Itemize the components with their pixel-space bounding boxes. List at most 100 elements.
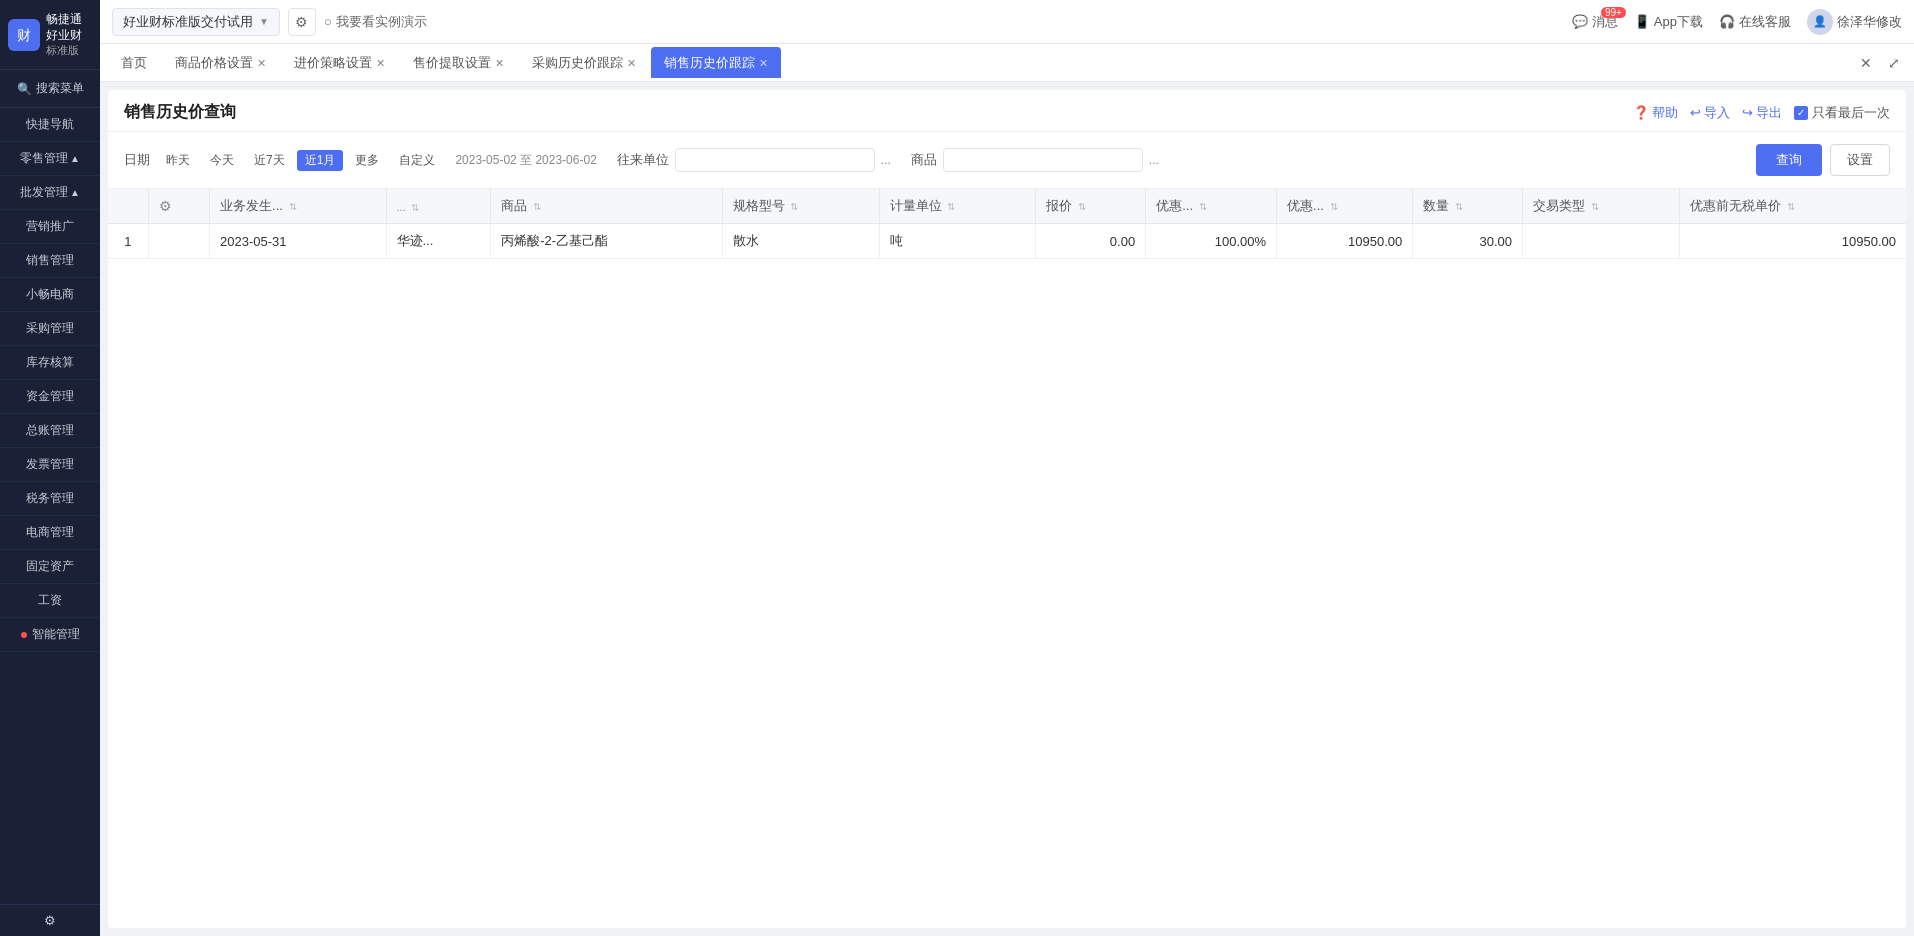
export-button[interactable]: ↪ 导出 — [1742, 104, 1782, 122]
product-input[interactable] — [943, 148, 1143, 172]
sidebar-item-ai[interactable]: 智能管理 — [0, 618, 100, 652]
sidebar-item-marketing[interactable]: 营销推广 — [0, 210, 100, 244]
version-selector[interactable]: 好业财标准版交付试用 ▼ — [112, 8, 280, 36]
tab-close-all-button[interactable]: ✕ — [1854, 51, 1878, 75]
date-opt-7days[interactable]: 近7天 — [246, 150, 293, 171]
tab-home-label: 首页 — [121, 54, 147, 72]
filter-settings-button[interactable]: 设置 — [1830, 144, 1890, 176]
sidebar-item-ecom[interactable]: 电商管理 — [0, 516, 100, 550]
cell-quote: 0.00 — [1036, 224, 1146, 259]
th-qty-sort: ⇅ — [1455, 201, 1463, 212]
th-more1-label: ... — [397, 201, 406, 213]
th-type-sort: ⇅ — [1591, 201, 1599, 212]
th-discount1[interactable]: 优惠... ⇅ — [1146, 189, 1277, 224]
cell-pretax: 10950.00 — [1679, 224, 1906, 259]
date-opt-today[interactable]: 今天 — [202, 150, 242, 171]
search-icon: 🔍 — [17, 82, 32, 96]
th-discount1-sort: ⇅ — [1199, 201, 1207, 212]
tab-price-strategy-close[interactable]: ✕ — [376, 57, 385, 70]
message-icon: 💬 — [1572, 14, 1588, 29]
table-body: 1 2023-05-31 华迹... 丙烯酸-2-乙基己酯 散水 吨 0.00 … — [108, 224, 1906, 259]
topbar-settings-button[interactable]: ⚙ — [288, 8, 316, 36]
tab-home[interactable]: 首页 — [108, 47, 160, 78]
export-icon: ↪ — [1742, 105, 1753, 120]
tab-sales-history[interactable]: 销售历史价跟踪 ✕ — [651, 47, 781, 78]
tab-price-strategy[interactable]: 进价策略设置 ✕ — [281, 47, 398, 78]
th-spec[interactable]: 规格型号 ⇅ — [722, 189, 879, 224]
logo-icon: 财 — [8, 19, 40, 51]
only-last-checkbox[interactable]: ✓ 只看最后一次 — [1794, 104, 1890, 122]
sidebar-item-purchase[interactable]: 采购管理 — [0, 312, 100, 346]
th-more1[interactable]: ... ⇅ — [386, 189, 491, 224]
th-unit[interactable]: 计量单位 ⇅ — [879, 189, 1036, 224]
sidebar-item-finance[interactable]: 资金管理 — [0, 380, 100, 414]
inventory-label: 库存核算 — [26, 354, 74, 371]
online-service-button[interactable]: 🎧 在线客服 — [1719, 13, 1791, 31]
date-options: 昨天 今天 近7天 近1月 更多 自定义 — [158, 150, 443, 171]
tab-price-extract[interactable]: 售价提取设置 ✕ — [400, 47, 517, 78]
sidebar-item-invoice[interactable]: 发票管理 — [0, 448, 100, 482]
query-button[interactable]: 查询 — [1756, 144, 1822, 176]
import-button[interactable]: ↩ 导入 — [1690, 104, 1730, 122]
help-button[interactable]: ❓ 帮助 — [1633, 104, 1678, 122]
table-row[interactable]: 1 2023-05-31 华迹... 丙烯酸-2-乙基己酯 散水 吨 0.00 … — [108, 224, 1906, 259]
sidebar-item-sales[interactable]: 销售管理 — [0, 244, 100, 278]
tab-product-price-close[interactable]: ✕ — [257, 57, 266, 70]
page-content: 销售历史价查询 ❓ 帮助 ↩ 导入 ↪ 导出 ✓ 只看最后一次 — [108, 90, 1906, 928]
cell-date: 2023-05-31 — [210, 224, 386, 259]
tab-expand-button[interactable]: ⤢ — [1882, 51, 1906, 75]
supplier-input[interactable] — [675, 148, 875, 172]
th-pretax[interactable]: 优惠前无税单价 ⇅ — [1679, 189, 1906, 224]
sidebar-item-inventory[interactable]: 库存核算 — [0, 346, 100, 380]
app-download-button[interactable]: 📱 App下载 — [1634, 13, 1703, 31]
sidebar-item-nav[interactable]: 快捷导航 — [0, 108, 100, 142]
date-opt-custom[interactable]: 自定义 — [391, 150, 443, 171]
sidebar-item-ecom-small[interactable]: 小畅电商 — [0, 278, 100, 312]
th-discount2-sort: ⇅ — [1330, 201, 1338, 212]
topbar: 好业财标准版交付试用 ▼ ⚙ ○ 我要看实例演示 💬 消息 99+ 📱 App下… — [100, 0, 1914, 44]
tab-product-price-label: 商品价格设置 — [175, 54, 253, 72]
sidebar-item-ledger[interactable]: 总账管理 — [0, 414, 100, 448]
tab-purchase-history[interactable]: 采购历史价跟踪 ✕ — [519, 47, 649, 78]
sidebar-item-assets[interactable]: 固定资产 — [0, 550, 100, 584]
app-sub: 标准版 — [46, 43, 92, 57]
sidebar-item-wholesale[interactable]: 批发管理 ▲ — [0, 176, 100, 210]
date-opt-more[interactable]: 更多 — [347, 150, 387, 171]
th-gear[interactable]: ⚙ — [148, 189, 210, 224]
tab-price-extract-close[interactable]: ✕ — [495, 57, 504, 70]
user-menu[interactable]: 👤 徐泽华修改 — [1807, 9, 1902, 35]
date-opt-yesterday[interactable]: 昨天 — [158, 150, 198, 171]
th-discount2[interactable]: 优惠... ⇅ — [1277, 189, 1413, 224]
product-more[interactable]: ... — [1149, 153, 1159, 167]
date-opt-1month[interactable]: 近1月 — [297, 150, 344, 171]
sidebar-search-menu[interactable]: 🔍 搜索菜单 — [0, 70, 100, 108]
cell-more1: 华迹... — [386, 224, 491, 259]
th-pretax-sort: ⇅ — [1787, 201, 1795, 212]
th-qty[interactable]: 数量 ⇅ — [1413, 189, 1523, 224]
sidebar-item-salary[interactable]: 工资 — [0, 584, 100, 618]
message-badge: 99+ — [1601, 7, 1626, 18]
user-name: 徐泽华修改 — [1837, 13, 1902, 31]
message-button[interactable]: 💬 消息 99+ — [1572, 13, 1618, 31]
date-filter-group: 日期 昨天 今天 近7天 近1月 更多 自定义 2023-05-02 至 202… — [124, 150, 597, 171]
th-product[interactable]: 商品 ⇅ — [491, 189, 723, 224]
sidebar-settings[interactable]: ⚙ — [0, 904, 100, 936]
cell-qty: 30.00 — [1413, 224, 1523, 259]
headset-icon: 🎧 — [1719, 14, 1735, 29]
supplier-more[interactable]: ... — [881, 153, 891, 167]
th-quote-sort: ⇅ — [1078, 201, 1086, 212]
sidebar-item-retail[interactable]: 零售管理 ▲ — [0, 142, 100, 176]
demo-button[interactable]: ○ 我要看实例演示 — [324, 13, 427, 31]
table-container: ⚙ 业务发生... ⇅ ... ⇅ 商品 ⇅ — [108, 189, 1906, 928]
th-date[interactable]: 业务发生... ⇅ — [210, 189, 386, 224]
table-header-row: ⚙ 业务发生... ⇅ ... ⇅ 商品 ⇅ — [108, 189, 1906, 224]
th-date-label: 业务发生... — [220, 198, 283, 213]
tab-purchase-history-close[interactable]: ✕ — [627, 57, 636, 70]
tab-product-price[interactable]: 商品价格设置 ✕ — [162, 47, 279, 78]
tab-sales-history-close[interactable]: ✕ — [759, 57, 768, 70]
page-actions: ❓ 帮助 ↩ 导入 ↪ 导出 ✓ 只看最后一次 — [1633, 104, 1890, 122]
th-type[interactable]: 交易类型 ⇅ — [1523, 189, 1680, 224]
th-quote[interactable]: 报价 ⇅ — [1036, 189, 1146, 224]
sidebar-item-tax[interactable]: 税务管理 — [0, 482, 100, 516]
data-table: ⚙ 业务发生... ⇅ ... ⇅ 商品 ⇅ — [108, 189, 1906, 259]
